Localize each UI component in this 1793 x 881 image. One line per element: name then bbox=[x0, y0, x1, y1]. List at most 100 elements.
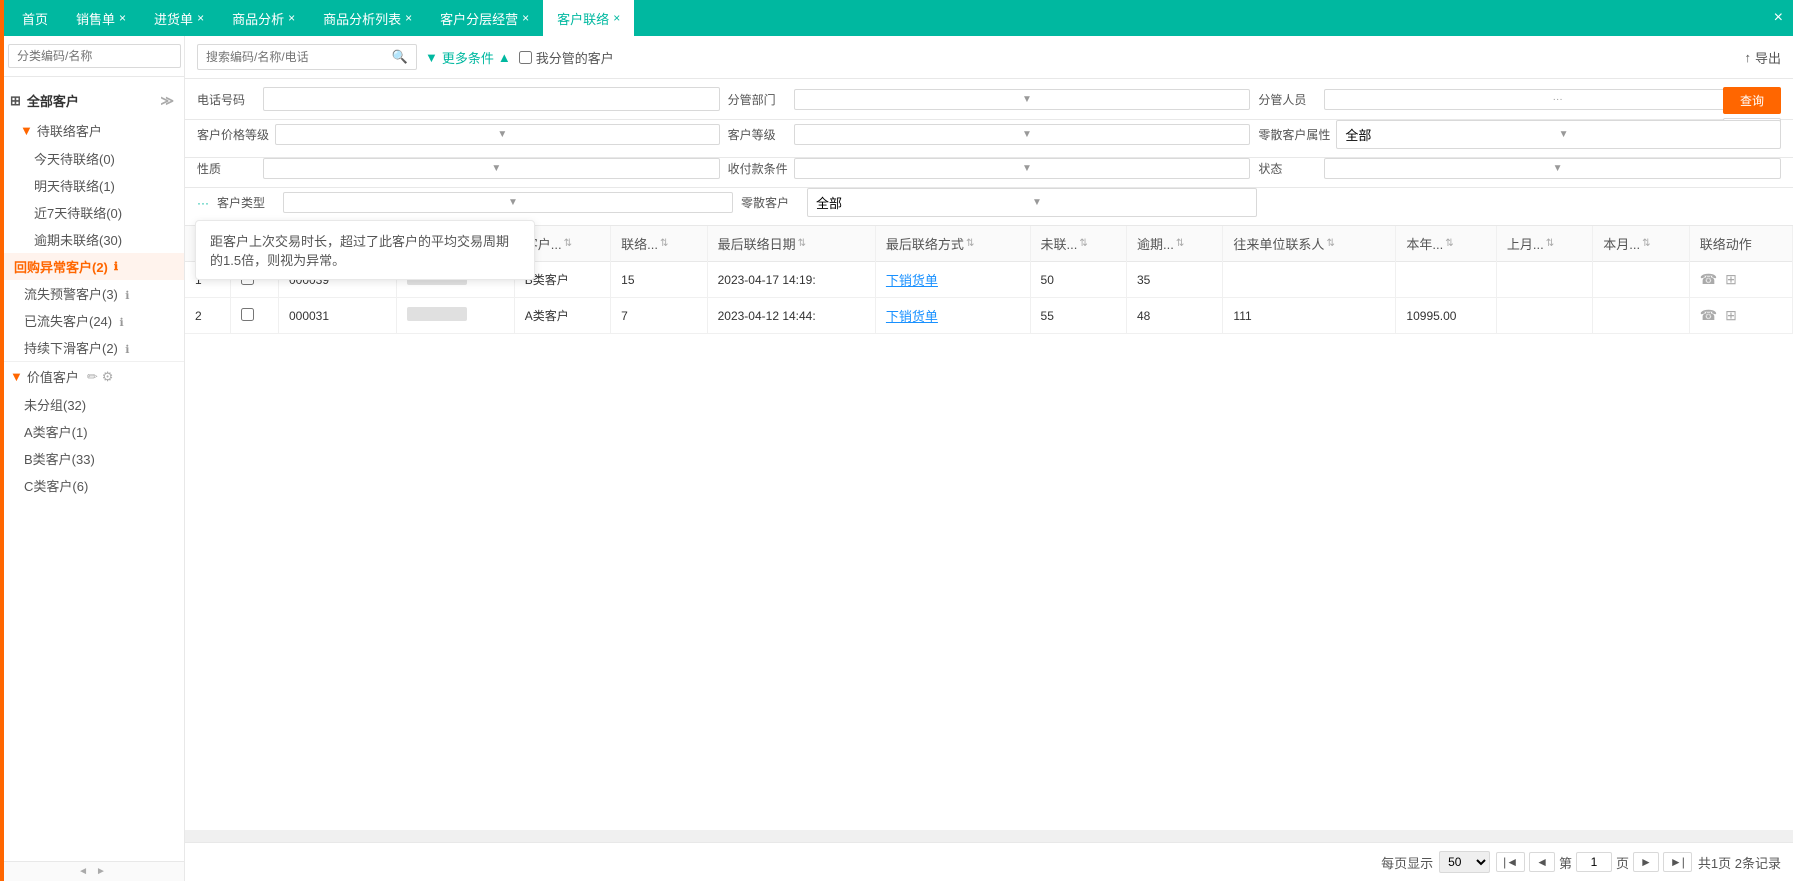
contact-person-sort-icon[interactable]: ⇅ bbox=[1326, 238, 1334, 249]
table-row: 2 000031 A类客户 7 2023-04-12 14:44: bbox=[185, 298, 1793, 334]
retail-customer-filter: 零散客户 全部 ▼ bbox=[741, 188, 1257, 217]
customer-type-select[interactable]: ▼ bbox=[283, 192, 733, 213]
overdue-sort-icon[interactable]: ⇅ bbox=[1176, 238, 1184, 249]
row2-select-checkbox[interactable] bbox=[241, 308, 254, 321]
contact-sort-icon[interactable]: ⇅ bbox=[660, 238, 668, 249]
horizontal-scrollbar[interactable] bbox=[185, 830, 1793, 842]
nav-product-analysis[interactable]: 商品分析 × bbox=[218, 0, 309, 36]
row2-more-icon[interactable]: ⊞ bbox=[1725, 307, 1737, 324]
nature-select[interactable]: ▼ bbox=[263, 158, 720, 179]
phone-input[interactable] bbox=[263, 87, 720, 111]
retail-attr-select[interactable]: 全部 ▼ bbox=[1336, 120, 1781, 149]
close-all-button[interactable]: × bbox=[1774, 9, 1783, 27]
row2-level: A类客户 bbox=[514, 298, 610, 334]
sidebar: 🔍 ⊞ 全部客户 ≫ ▼ 待联络客户 今天待联络(0) 明天待联络(1) bbox=[0, 36, 185, 881]
already-lost-info-icon[interactable]: ℹ bbox=[119, 317, 123, 329]
my-customers-filter[interactable]: 我分管的客户 bbox=[519, 48, 614, 67]
row2-last-method[interactable]: 下销货单 bbox=[875, 298, 1030, 334]
sidebar-item-tomorrow-contact[interactable]: 明天待联络(1) bbox=[10, 172, 184, 199]
sidebar-item-c-class[interactable]: C类客户(6) bbox=[0, 472, 184, 499]
uncontacted-sort-icon[interactable]: ⇅ bbox=[1079, 238, 1087, 249]
query-button[interactable]: 查询 bbox=[1723, 87, 1781, 114]
dept-filter: 分管部门 ▼ bbox=[728, 87, 1251, 111]
tooltip-box: 距客户上次交易时长，超过了此客户的平均交易周期的1.5倍，则视为异常。 bbox=[195, 220, 535, 280]
last-month-sort-icon[interactable]: ⇅ bbox=[1546, 238, 1554, 249]
row1-last-method[interactable]: 下销货单 bbox=[875, 262, 1030, 298]
scroll-right-icon[interactable]: ► bbox=[96, 866, 106, 877]
scroll-left-icon[interactable]: ◄ bbox=[78, 866, 88, 877]
nav-product-analysis-list-close[interactable]: × bbox=[405, 11, 412, 25]
last-date-sort-icon[interactable]: ⇅ bbox=[798, 238, 806, 249]
nav-sales-close[interactable]: × bbox=[119, 11, 126, 25]
manager-select[interactable]: ··· bbox=[1324, 89, 1781, 110]
col-overdue: 逾期... ⇅ bbox=[1126, 226, 1222, 262]
search-icon[interactable]: 🔍 bbox=[392, 49, 408, 65]
more-conditions-btn[interactable]: ▼ 更多条件 ▲ bbox=[425, 48, 511, 67]
nav-purchase[interactable]: 进货单 × bbox=[140, 0, 218, 36]
row2-contact-icon[interactable]: ☎ bbox=[1700, 307, 1717, 324]
nav-home[interactable]: 首页 bbox=[8, 0, 62, 36]
dept-select[interactable]: ▼ bbox=[794, 89, 1251, 110]
sidebar-item-lost-warning[interactable]: 流失预警客户(3) ℹ bbox=[0, 280, 184, 307]
sidebar-item-decline[interactable]: 持续下滑客户(2) ℹ bbox=[0, 334, 184, 361]
table-container[interactable]: ⚙ 客户编码 ⇅ bbox=[185, 226, 1793, 830]
nav-product-analysis-list[interactable]: 商品分析列表 × bbox=[309, 0, 426, 36]
sidebar-item-today-contact[interactable]: 今天待联络(0) bbox=[10, 145, 184, 172]
retail-customer-arrow: ▼ bbox=[1032, 197, 1248, 208]
last-page-btn[interactable]: ►| bbox=[1663, 852, 1692, 872]
export-button[interactable]: ↑ 导出 bbox=[1744, 48, 1781, 67]
sidebar-search-input[interactable] bbox=[8, 44, 181, 68]
sidebar-item-overdue-contact[interactable]: 逾期未联络(30) bbox=[10, 226, 184, 253]
customer-level-select[interactable]: ▼ bbox=[794, 124, 1251, 145]
nav-product-analysis-close[interactable]: × bbox=[288, 11, 295, 25]
more-fields-btn[interactable]: ··· bbox=[197, 196, 209, 210]
sidebar-item-b-class[interactable]: B类客户(33) bbox=[0, 445, 184, 472]
status-select[interactable]: ▼ bbox=[1324, 158, 1781, 179]
customer-level-arrow: ▼ bbox=[1022, 129, 1241, 140]
row1-contact-icon[interactable]: ☎ bbox=[1700, 271, 1717, 288]
next-page-btn[interactable]: ► bbox=[1633, 852, 1659, 872]
row1-more-icon[interactable]: ⊞ bbox=[1725, 271, 1737, 288]
pending-contact-title[interactable]: ▼ 待联络客户 bbox=[10, 116, 184, 145]
sidebar-collapse-icon[interactable]: ≫ bbox=[160, 93, 174, 109]
nav-customer-tier[interactable]: 客户分层经营 × bbox=[426, 0, 543, 36]
first-page-btn[interactable]: |◄ bbox=[1496, 852, 1525, 872]
page-number-input[interactable] bbox=[1576, 852, 1612, 872]
sidebar-item-a-class[interactable]: A类客户(1) bbox=[0, 418, 184, 445]
info-icon[interactable]: ℹ bbox=[114, 260, 118, 273]
sidebar-item-ungroup[interactable]: 未分组(32) bbox=[0, 391, 184, 418]
sidebar-all-customers[interactable]: ⊞ 全部客户 ≫ bbox=[0, 85, 184, 116]
price-level-arrow: ▼ bbox=[497, 129, 710, 140]
level-sort-icon[interactable]: ⇅ bbox=[564, 238, 572, 249]
payment-select[interactable]: ▼ bbox=[794, 158, 1251, 179]
page-navigation: |◄ ◄ 第 页 ► ►| bbox=[1496, 852, 1692, 872]
decline-info-icon[interactable]: ℹ bbox=[125, 344, 129, 356]
sidebar-item-already-lost[interactable]: 已流失客户(24) ℹ bbox=[0, 307, 184, 334]
prev-page-btn[interactable]: ◄ bbox=[1529, 852, 1555, 872]
advanced-filter-row1: 电话号码 分管部门 ▼ 分管人员 ··· 查询 设置 bbox=[185, 79, 1793, 120]
sidebar-item-repeat-abnormal[interactable]: 回购异常客户(2) ℹ bbox=[0, 253, 184, 280]
search-input[interactable] bbox=[206, 50, 392, 64]
nav-customer-tier-close[interactable]: × bbox=[522, 11, 529, 25]
last-method-sort-icon[interactable]: ⇅ bbox=[966, 238, 974, 249]
row2-uncontacted: 55 bbox=[1030, 298, 1126, 334]
payment-arrow: ▼ bbox=[1022, 163, 1241, 174]
this-year-sort-icon[interactable]: ⇅ bbox=[1445, 238, 1453, 249]
this-month-sort-icon[interactable]: ⇅ bbox=[1642, 238, 1650, 249]
nav-customer-contact-close[interactable]: × bbox=[613, 11, 620, 25]
nav-customer-contact[interactable]: 客户联络 × bbox=[543, 0, 634, 36]
edit-icon[interactable]: ✏ bbox=[87, 369, 98, 385]
settings-icon[interactable]: ⚙ bbox=[102, 369, 114, 385]
retail-customer-select[interactable]: 全部 ▼ bbox=[807, 188, 1257, 217]
nav-sales[interactable]: 销售单 × bbox=[62, 0, 140, 36]
advanced-filter-row2: 客户价格等级 ▼ 客户等级 ▼ 零散客户属性 全部 ▼ bbox=[185, 120, 1793, 158]
content-area: 🔍 ▼ 更多条件 ▲ 我分管的客户 ↑ 导出 电话号码 分管部 bbox=[185, 36, 1793, 881]
row2-name bbox=[396, 298, 514, 334]
nav-purchase-close[interactable]: × bbox=[197, 11, 204, 25]
lost-warning-info-icon[interactable]: ℹ bbox=[125, 290, 129, 302]
sidebar-item-7days-contact[interactable]: 近7天待联络(0) bbox=[10, 199, 184, 226]
price-level-select[interactable]: ▼ bbox=[275, 124, 720, 145]
page-size-select[interactable]: 50 100 200 bbox=[1439, 851, 1490, 873]
search-field: 🔍 bbox=[197, 44, 417, 70]
my-customers-checkbox[interactable] bbox=[519, 51, 532, 64]
